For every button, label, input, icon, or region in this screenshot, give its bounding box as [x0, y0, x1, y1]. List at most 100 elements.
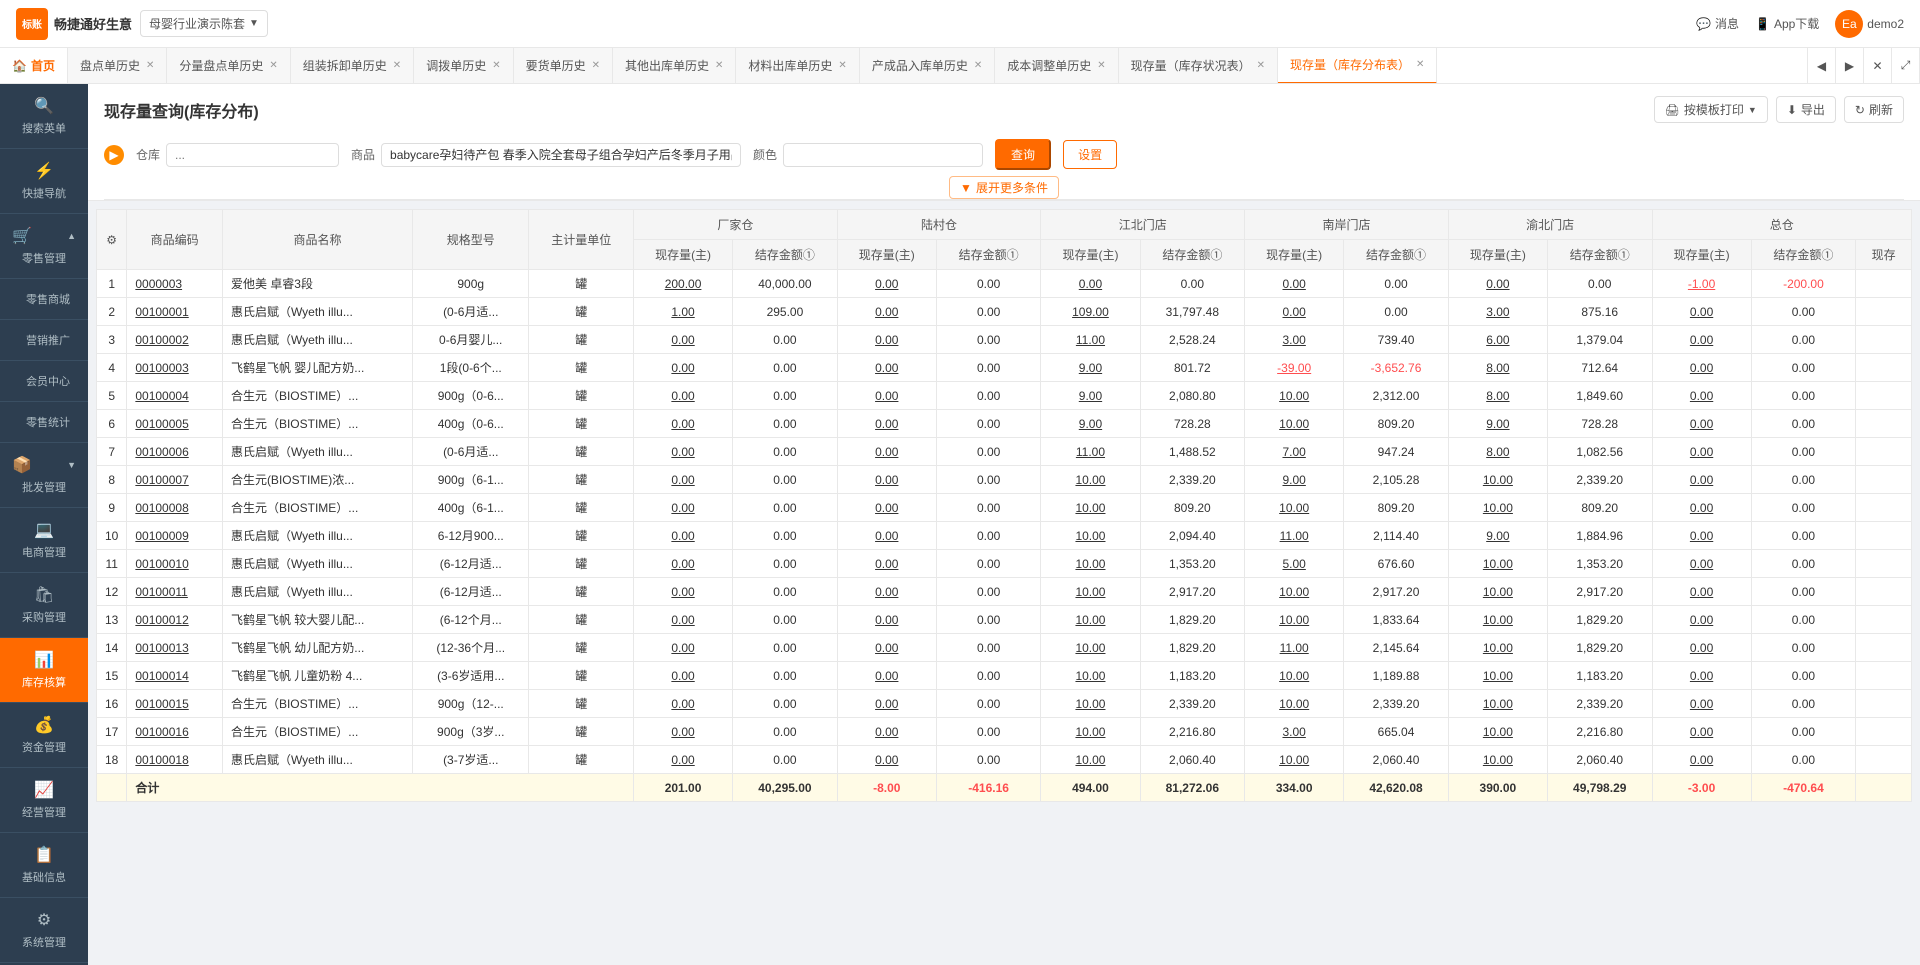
row-changjia-qty[interactable]: 1.00: [634, 298, 733, 326]
print-button[interactable]: 🖨 按模板打印 ▼: [1654, 96, 1768, 123]
row-jiangbei-qty[interactable]: 10.00: [1041, 718, 1140, 746]
tab-qitachuku[interactable]: 其他出库单历史 ✕: [613, 48, 736, 84]
row-jiangbei-qty[interactable]: 10.00: [1041, 550, 1140, 578]
tab-xiancun-kuangkuang[interactable]: 现存量（库存状况表） ✕: [1119, 48, 1278, 84]
row-nanan-qty[interactable]: -39.00: [1245, 354, 1344, 382]
tab-home[interactable]: 🏠 首页: [0, 48, 68, 84]
row-changjia-qty[interactable]: 0.00: [634, 606, 733, 634]
row-changjia-qty[interactable]: 0.00: [634, 746, 733, 774]
row-changjia-qty[interactable]: 200.00: [634, 270, 733, 298]
row-code[interactable]: 00100002: [127, 326, 223, 354]
row-yubei-qty[interactable]: 8.00: [1448, 438, 1547, 466]
row-total-qty[interactable]: 0.00: [1652, 354, 1751, 382]
warehouse-input[interactable]: [166, 143, 339, 167]
message-button[interactable]: 💬 消息: [1696, 15, 1739, 32]
close-icon[interactable]: ✕: [492, 60, 500, 71]
row-total-qty[interactable]: 0.00: [1652, 606, 1751, 634]
row-nanan-qty[interactable]: 11.00: [1245, 522, 1344, 550]
row-lucun-qty[interactable]: 0.00: [837, 494, 936, 522]
row-nanan-qty[interactable]: 7.00: [1245, 438, 1344, 466]
row-total-qty[interactable]: 0.00: [1652, 298, 1751, 326]
row-total-qty[interactable]: 0.00: [1652, 522, 1751, 550]
color-input[interactable]: [783, 143, 983, 167]
row-jiangbei-qty[interactable]: 10.00: [1041, 522, 1140, 550]
sidebar-item-inventory[interactable]: 📊 库存核算: [0, 638, 88, 703]
row-yubei-qty[interactable]: 10.00: [1448, 634, 1547, 662]
row-jiangbei-qty[interactable]: 11.00: [1041, 326, 1140, 354]
close-icon[interactable]: ✕: [1097, 60, 1105, 71]
row-yubei-qty[interactable]: 10.00: [1448, 718, 1547, 746]
row-total-qty[interactable]: -1.00: [1652, 270, 1751, 298]
row-changjia-qty[interactable]: 0.00: [634, 634, 733, 662]
tab-zuzhuan[interactable]: 组装拆卸单历史 ✕: [291, 48, 414, 84]
close-icon[interactable]: ✕: [715, 60, 723, 71]
settings-button[interactable]: 设置: [1063, 140, 1117, 169]
close-icon[interactable]: ✕: [838, 60, 846, 71]
row-jiangbei-qty[interactable]: 11.00: [1041, 438, 1140, 466]
row-lucun-qty[interactable]: 0.00: [837, 298, 936, 326]
close-icon[interactable]: ✕: [1257, 60, 1265, 71]
th-settings[interactable]: ⚙: [97, 210, 127, 270]
row-total-qty[interactable]: 0.00: [1652, 690, 1751, 718]
row-code[interactable]: 00100008: [127, 494, 223, 522]
row-yubei-qty[interactable]: 6.00: [1448, 326, 1547, 354]
row-lucun-qty[interactable]: 0.00: [837, 606, 936, 634]
row-total-qty[interactable]: 0.00: [1652, 578, 1751, 606]
row-jiangbei-qty[interactable]: 0.00: [1041, 270, 1140, 298]
row-lucun-qty[interactable]: 0.00: [837, 718, 936, 746]
row-code[interactable]: 00100016: [127, 718, 223, 746]
row-code[interactable]: 00100015: [127, 690, 223, 718]
nav-next-button[interactable]: ▶: [1836, 48, 1864, 84]
row-code[interactable]: 00100013: [127, 634, 223, 662]
row-lucun-qty[interactable]: 0.00: [837, 634, 936, 662]
row-changjia-qty[interactable]: 0.00: [634, 354, 733, 382]
nav-expand-button[interactable]: ⤢: [1892, 48, 1920, 84]
row-nanan-qty[interactable]: 10.00: [1245, 690, 1344, 718]
row-jiangbei-qty[interactable]: 10.00: [1041, 746, 1140, 774]
close-icon[interactable]: ✕: [269, 60, 277, 71]
row-yubei-qty[interactable]: 8.00: [1448, 382, 1547, 410]
row-changjia-qty[interactable]: 0.00: [634, 662, 733, 690]
tab-xiancun-fenbiao[interactable]: 现存量（库存分布表） ✕: [1278, 48, 1437, 84]
export-button[interactable]: ⬇ 导出: [1776, 96, 1836, 123]
row-yubei-qty[interactable]: 9.00: [1448, 410, 1547, 438]
user-menu[interactable]: Ea demo2: [1835, 10, 1904, 38]
tab-chenben[interactable]: 成本调整单历史 ✕: [995, 48, 1118, 84]
row-total-qty[interactable]: 0.00: [1652, 466, 1751, 494]
tab-diaobodanls[interactable]: 调拨单历史 ✕: [414, 48, 513, 84]
row-code[interactable]: 00100011: [127, 578, 223, 606]
row-total-qty[interactable]: 0.00: [1652, 438, 1751, 466]
sidebar-item-quicknav[interactable]: ⚡ 快捷导航: [0, 149, 88, 214]
query-button[interactable]: 查询: [995, 139, 1051, 170]
row-jiangbei-qty[interactable]: 10.00: [1041, 606, 1140, 634]
row-changjia-qty[interactable]: 0.00: [634, 410, 733, 438]
row-code[interactable]: 00100010: [127, 550, 223, 578]
row-code[interactable]: 00100018: [127, 746, 223, 774]
row-jiangbei-qty[interactable]: 9.00: [1041, 354, 1140, 382]
sidebar-item-wholesale[interactable]: 📦 ▼ 批发管理: [0, 443, 88, 508]
row-lucun-qty[interactable]: 0.00: [837, 690, 936, 718]
row-lucun-qty[interactable]: 0.00: [837, 578, 936, 606]
row-nanan-qty[interactable]: 10.00: [1245, 410, 1344, 438]
row-lucun-qty[interactable]: 0.00: [837, 354, 936, 382]
row-changjia-qty[interactable]: 0.00: [634, 438, 733, 466]
row-total-qty[interactable]: 0.00: [1652, 746, 1751, 774]
row-nanan-qty[interactable]: 0.00: [1245, 270, 1344, 298]
row-yubei-qty[interactable]: 10.00: [1448, 578, 1547, 606]
row-lucun-qty[interactable]: 0.00: [837, 746, 936, 774]
sidebar-item-ecom[interactable]: 💻 电商管理: [0, 508, 88, 573]
close-icon[interactable]: ✕: [146, 60, 154, 71]
row-total-qty[interactable]: 0.00: [1652, 662, 1751, 690]
row-yubei-qty[interactable]: 10.00: [1448, 662, 1547, 690]
row-changjia-qty[interactable]: 0.00: [634, 382, 733, 410]
row-total-qty[interactable]: 0.00: [1652, 634, 1751, 662]
row-yubei-qty[interactable]: 3.00: [1448, 298, 1547, 326]
goods-input[interactable]: [381, 143, 741, 167]
app-download-button[interactable]: 📱 App下载: [1755, 15, 1819, 32]
row-nanan-qty[interactable]: 10.00: [1245, 746, 1344, 774]
tab-chengpin[interactable]: 产成品入库单历史 ✕: [860, 48, 995, 84]
row-nanan-qty[interactable]: 3.00: [1245, 718, 1344, 746]
row-yubei-qty[interactable]: 9.00: [1448, 522, 1547, 550]
row-yubei-qty[interactable]: 10.00: [1448, 746, 1547, 774]
tab-pandian[interactable]: 盘点单历史 ✕: [68, 48, 167, 84]
